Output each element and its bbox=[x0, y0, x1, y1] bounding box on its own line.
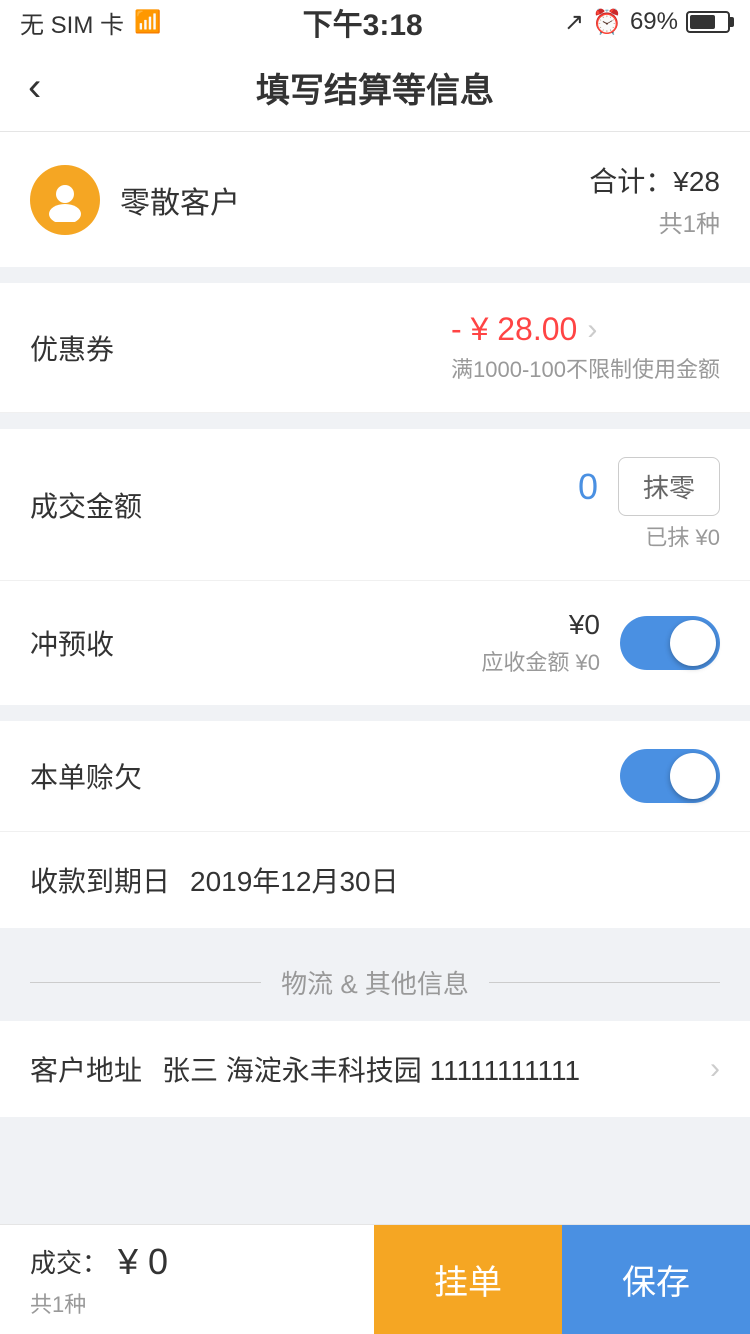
customer-left: 零散客户 bbox=[30, 165, 240, 235]
coupon-value-row: - ¥ 28.00 › bbox=[451, 311, 720, 348]
prepayment-amount: ¥0 应收金额 ¥0 bbox=[481, 609, 600, 677]
coupon-section: 优惠券 - ¥ 28.00 › 满1000-100不限制使用金额 bbox=[0, 283, 750, 413]
prepayment-right: ¥0 应收金额 ¥0 bbox=[481, 609, 720, 677]
customer-total: 合计：¥28 bbox=[589, 160, 720, 200]
coupon-label: 优惠券 bbox=[30, 328, 114, 368]
due-date-value: 2019年12月30日 bbox=[190, 860, 399, 900]
prepayment-row: 冲预收 ¥0 应收金额 ¥0 bbox=[0, 581, 750, 705]
status-time: 下午3:18 bbox=[303, 0, 423, 44]
alarm-icon: ⏰ bbox=[592, 8, 622, 37]
round-button[interactable]: 抹零 bbox=[618, 457, 720, 516]
transaction-section: 成交金额 0 抹零 已抹 ¥0 冲预收 ¥0 应收金额 ¥0 bbox=[0, 429, 750, 705]
save-button[interactable]: 保存 bbox=[562, 1225, 750, 1334]
bottom-summary: 成交： ¥ 0 共1种 bbox=[0, 1241, 374, 1319]
wifi-icon: 📶 bbox=[134, 9, 161, 35]
address-chevron-icon: › bbox=[710, 1052, 720, 1086]
customer-right: 合计：¥28 共1种 bbox=[589, 160, 720, 239]
content-area: 零散客户 合计：¥28 共1种 优惠券 - ¥ 28.00 › 满1000-10… bbox=[0, 132, 750, 1237]
prepayment-value: ¥0 bbox=[481, 609, 600, 641]
status-bar: 无 SIM 卡 📶 下午3:18 ↗ ⏰ 69% bbox=[0, 0, 750, 44]
coupon-right: - ¥ 28.00 › 满1000-100不限制使用金额 bbox=[451, 311, 720, 384]
divider-line-left bbox=[30, 982, 261, 983]
customer-avatar bbox=[30, 165, 100, 235]
coupon-sub: 满1000-100不限制使用金额 bbox=[451, 352, 720, 384]
address-label: 客户地址 bbox=[30, 1049, 142, 1089]
toggle-knob bbox=[670, 620, 716, 666]
back-button[interactable]: ‹ bbox=[28, 65, 41, 110]
customer-row: 零散客户 合计：¥28 共1种 bbox=[0, 132, 750, 267]
transaction-value: 0 bbox=[578, 466, 598, 508]
amount-right: 0 抹零 bbox=[578, 457, 720, 516]
prepayment-toggle[interactable] bbox=[620, 616, 720, 670]
prepayment-label: 冲预收 bbox=[30, 623, 114, 663]
coupon-chevron-icon: › bbox=[587, 313, 597, 347]
credit-toggle-knob bbox=[670, 753, 716, 799]
page-title: 填写结算等信息 bbox=[256, 63, 494, 112]
address-row[interactable]: 客户地址 张三 海淀永丰科技园 11111111111 › bbox=[0, 1021, 750, 1117]
hang-order-button[interactable]: 挂单 bbox=[374, 1225, 562, 1334]
status-left: 无 SIM 卡 📶 bbox=[20, 5, 161, 40]
credit-label: 本单赊欠 bbox=[30, 756, 142, 796]
logistics-divider: 物流 & 其他信息 bbox=[0, 944, 750, 1021]
location-icon: ↗ bbox=[564, 8, 584, 37]
battery-fill bbox=[690, 15, 715, 29]
credit-section: 本单赊欠 收款到期日 2019年12月30日 bbox=[0, 721, 750, 928]
transaction-sub: 已抹 ¥0 bbox=[578, 520, 720, 552]
transaction-right: 0 抹零 已抹 ¥0 bbox=[578, 457, 720, 552]
bottom-deal-row: 成交： ¥ 0 bbox=[30, 1241, 344, 1283]
customer-count: 共1种 bbox=[589, 204, 720, 239]
prepayment-sub: 应收金额 ¥0 bbox=[481, 645, 600, 677]
credit-row: 本单赊欠 bbox=[0, 721, 750, 831]
due-date-label: 收款到期日 bbox=[30, 860, 170, 900]
logistics-text: 物流 & 其他信息 bbox=[281, 964, 469, 1001]
credit-toggle[interactable] bbox=[620, 749, 720, 803]
nav-bar: ‹ 填写结算等信息 bbox=[0, 44, 750, 132]
transaction-row: 成交金额 0 抹零 已抹 ¥0 bbox=[0, 429, 750, 581]
coupon-value: - ¥ 28.00 bbox=[451, 311, 577, 348]
battery-percent: 69% bbox=[630, 8, 678, 36]
bottom-deal-label: 成交： bbox=[30, 1243, 108, 1280]
coupon-row[interactable]: 优惠券 - ¥ 28.00 › 满1000-100不限制使用金额 bbox=[0, 283, 750, 413]
bottom-bar: 成交： ¥ 0 共1种 挂单 保存 bbox=[0, 1224, 750, 1334]
bottom-deal-amount: ¥ 0 bbox=[118, 1241, 168, 1283]
carrier-text: 无 SIM 卡 bbox=[20, 5, 124, 40]
bottom-count: 共1种 bbox=[30, 1287, 344, 1319]
address-value: 张三 海淀永丰科技园 11111111111 bbox=[162, 1049, 690, 1089]
divider-line-right bbox=[489, 982, 720, 983]
transaction-label: 成交金额 bbox=[30, 485, 142, 525]
due-date-row: 收款到期日 2019年12月30日 bbox=[0, 831, 750, 928]
status-right: ↗ ⏰ 69% bbox=[564, 8, 730, 37]
customer-name: 零散客户 bbox=[120, 178, 240, 222]
battery-icon bbox=[686, 11, 730, 33]
avatar-icon bbox=[43, 178, 87, 222]
